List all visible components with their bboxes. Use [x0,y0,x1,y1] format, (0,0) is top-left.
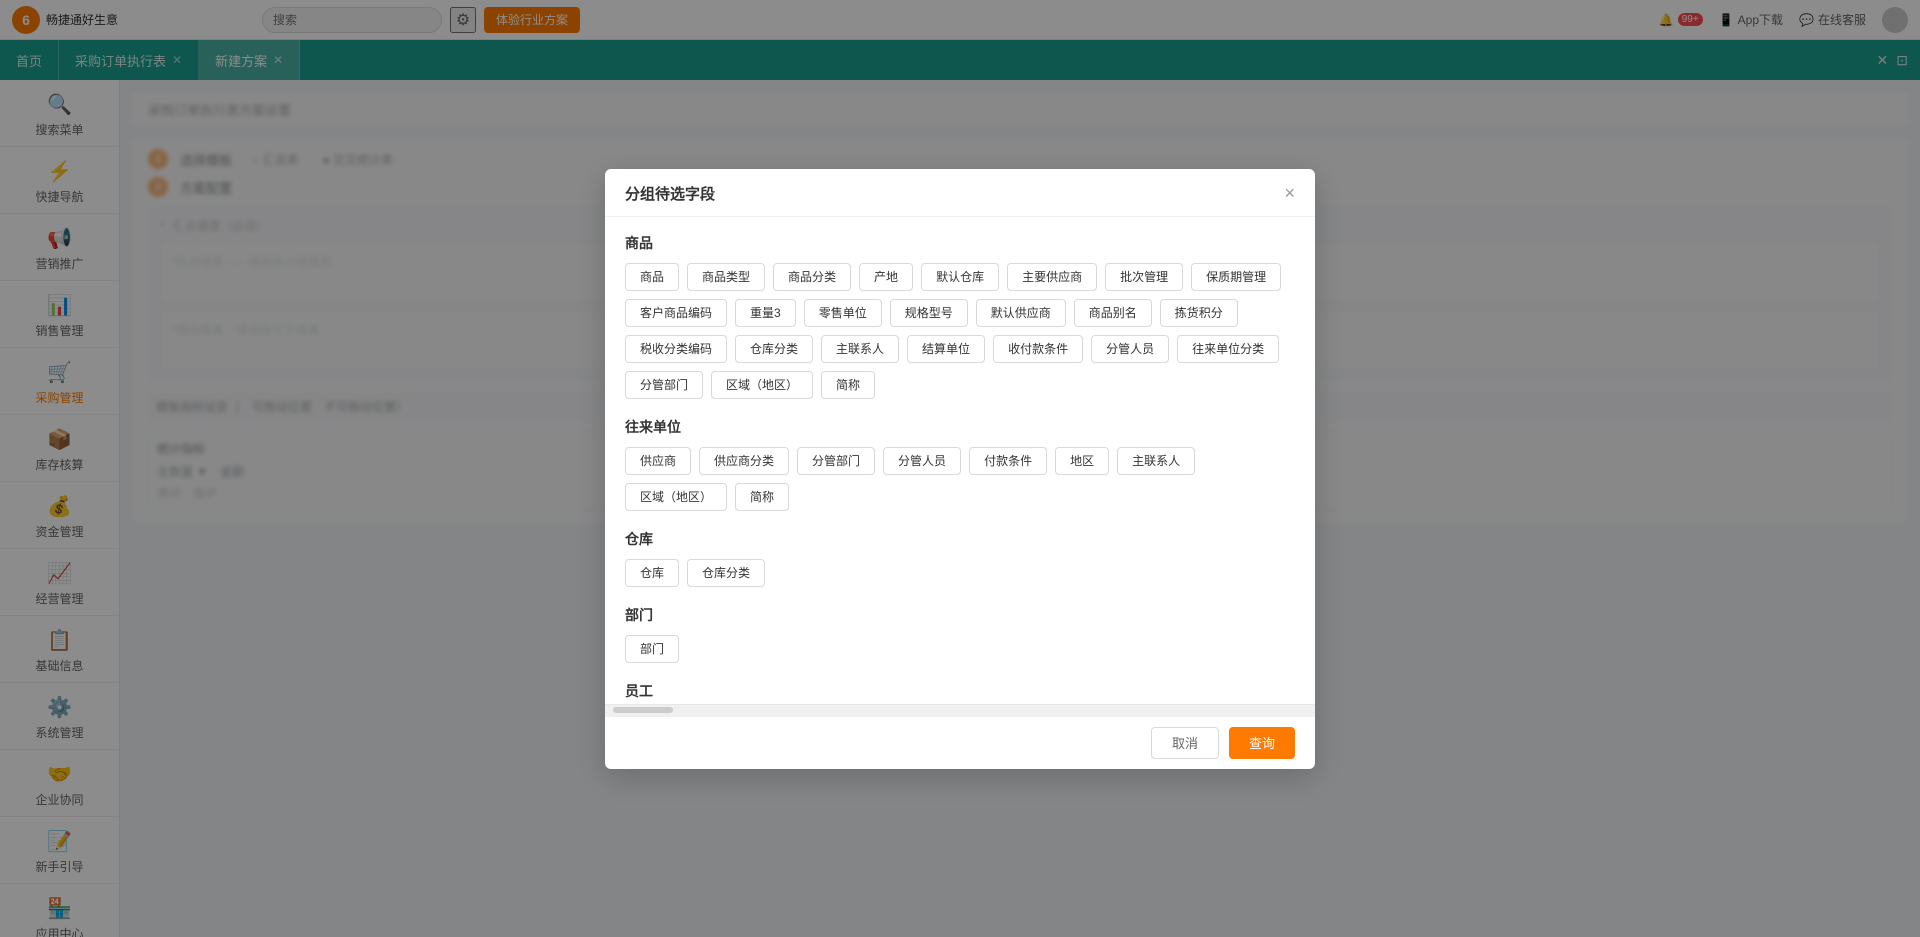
field-tag-partner-8[interactable]: 简称 [735,483,789,511]
modal-hscroll-thumb[interactable] [613,707,673,713]
modal-horizontal-scrollbar[interactable] [605,704,1315,716]
field-tag-partner-4[interactable]: 付款条件 [969,447,1047,475]
field-tag-product-21[interactable]: 往来单位分类 [1177,335,1279,363]
section-warehouse-title: 仓库 [625,529,1295,549]
field-tag-product-8[interactable]: 客户商品编码 [625,299,727,327]
field-tag-department-0[interactable]: 部门 [625,635,679,663]
confirm-button[interactable]: 查询 [1229,727,1295,759]
field-tag-product-22[interactable]: 分管部门 [625,371,703,399]
section-employee: 员工 业务员 [625,681,1295,704]
field-tag-partner-5[interactable]: 地区 [1055,447,1109,475]
modal-title: 分组待选字段 [625,183,715,204]
modal-close-button[interactable]: × [1284,184,1295,202]
section-partner-title: 往来单位 [625,417,1295,437]
field-tag-product-6[interactable]: 批次管理 [1105,263,1183,291]
section-partner: 往来单位 供应商 供应商分类 分管部门 分管人员 付款条件 地区 主联系人 区域… [625,417,1295,511]
field-tag-product-9[interactable]: 重量3 [735,299,796,327]
field-tag-product-11[interactable]: 规格型号 [890,299,968,327]
field-tag-partner-0[interactable]: 供应商 [625,447,691,475]
modal-footer: 取消 查询 [605,716,1315,769]
field-tag-product-7[interactable]: 保质期管理 [1191,263,1281,291]
field-tag-product-12[interactable]: 默认供应商 [976,299,1066,327]
modal-body: 商品 商品 商品类型 商品分类 产地 默认仓库 主要供应商 批次管理 保质期管理… [605,217,1315,704]
field-tag-product-2[interactable]: 商品分类 [773,263,851,291]
section-product: 商品 商品 商品类型 商品分类 产地 默认仓库 主要供应商 批次管理 保质期管理… [625,233,1295,399]
field-tag-product-19[interactable]: 收付款条件 [993,335,1083,363]
field-tag-product-23[interactable]: 区域（地区） [711,371,813,399]
field-tag-partner-1[interactable]: 供应商分类 [699,447,789,475]
section-department-title: 部门 [625,605,1295,625]
field-tag-partner-7[interactable]: 区域（地区） [625,483,727,511]
field-tag-product-4[interactable]: 默认仓库 [921,263,999,291]
cancel-button[interactable]: 取消 [1151,727,1219,759]
section-warehouse: 仓库 仓库 仓库分类 [625,529,1295,587]
modal-overlay: 分组待选字段 × 商品 商品 商品类型 商品分类 产地 默认仓库 主要供应商 批… [0,0,1920,937]
modal-header: 分组待选字段 × [605,169,1315,217]
field-tag-product-15[interactable]: 税收分类编码 [625,335,727,363]
field-tag-product-17[interactable]: 主联系人 [821,335,899,363]
section-employee-title: 员工 [625,681,1295,701]
field-tag-product-16[interactable]: 仓库分类 [735,335,813,363]
modal-field-selector: 分组待选字段 × 商品 商品 商品类型 商品分类 产地 默认仓库 主要供应商 批… [605,169,1315,769]
field-tag-product-14[interactable]: 拣货积分 [1160,299,1238,327]
section-warehouse-tags: 仓库 仓库分类 [625,559,1295,587]
field-tag-product-10[interactable]: 零售单位 [804,299,882,327]
field-tag-product-5[interactable]: 主要供应商 [1007,263,1097,291]
field-tag-product-0[interactable]: 商品 [625,263,679,291]
section-department: 部门 部门 [625,605,1295,663]
field-tag-product-20[interactable]: 分管人员 [1091,335,1169,363]
field-tag-warehouse-0[interactable]: 仓库 [625,559,679,587]
section-product-tags: 商品 商品类型 商品分类 产地 默认仓库 主要供应商 批次管理 保质期管理 客户… [625,263,1295,399]
field-tag-partner-2[interactable]: 分管部门 [797,447,875,475]
field-tag-product-24[interactable]: 简称 [821,371,875,399]
field-tag-product-18[interactable]: 结算单位 [907,335,985,363]
field-tag-product-13[interactable]: 商品别名 [1074,299,1152,327]
section-department-tags: 部门 [625,635,1295,663]
section-partner-tags: 供应商 供应商分类 分管部门 分管人员 付款条件 地区 主联系人 区域（地区） … [625,447,1295,511]
field-tag-product-3[interactable]: 产地 [859,263,913,291]
field-tag-warehouse-1[interactable]: 仓库分类 [687,559,765,587]
field-tag-partner-3[interactable]: 分管人员 [883,447,961,475]
field-tag-partner-6[interactable]: 主联系人 [1117,447,1195,475]
field-tag-product-1[interactable]: 商品类型 [687,263,765,291]
section-product-title: 商品 [625,233,1295,253]
